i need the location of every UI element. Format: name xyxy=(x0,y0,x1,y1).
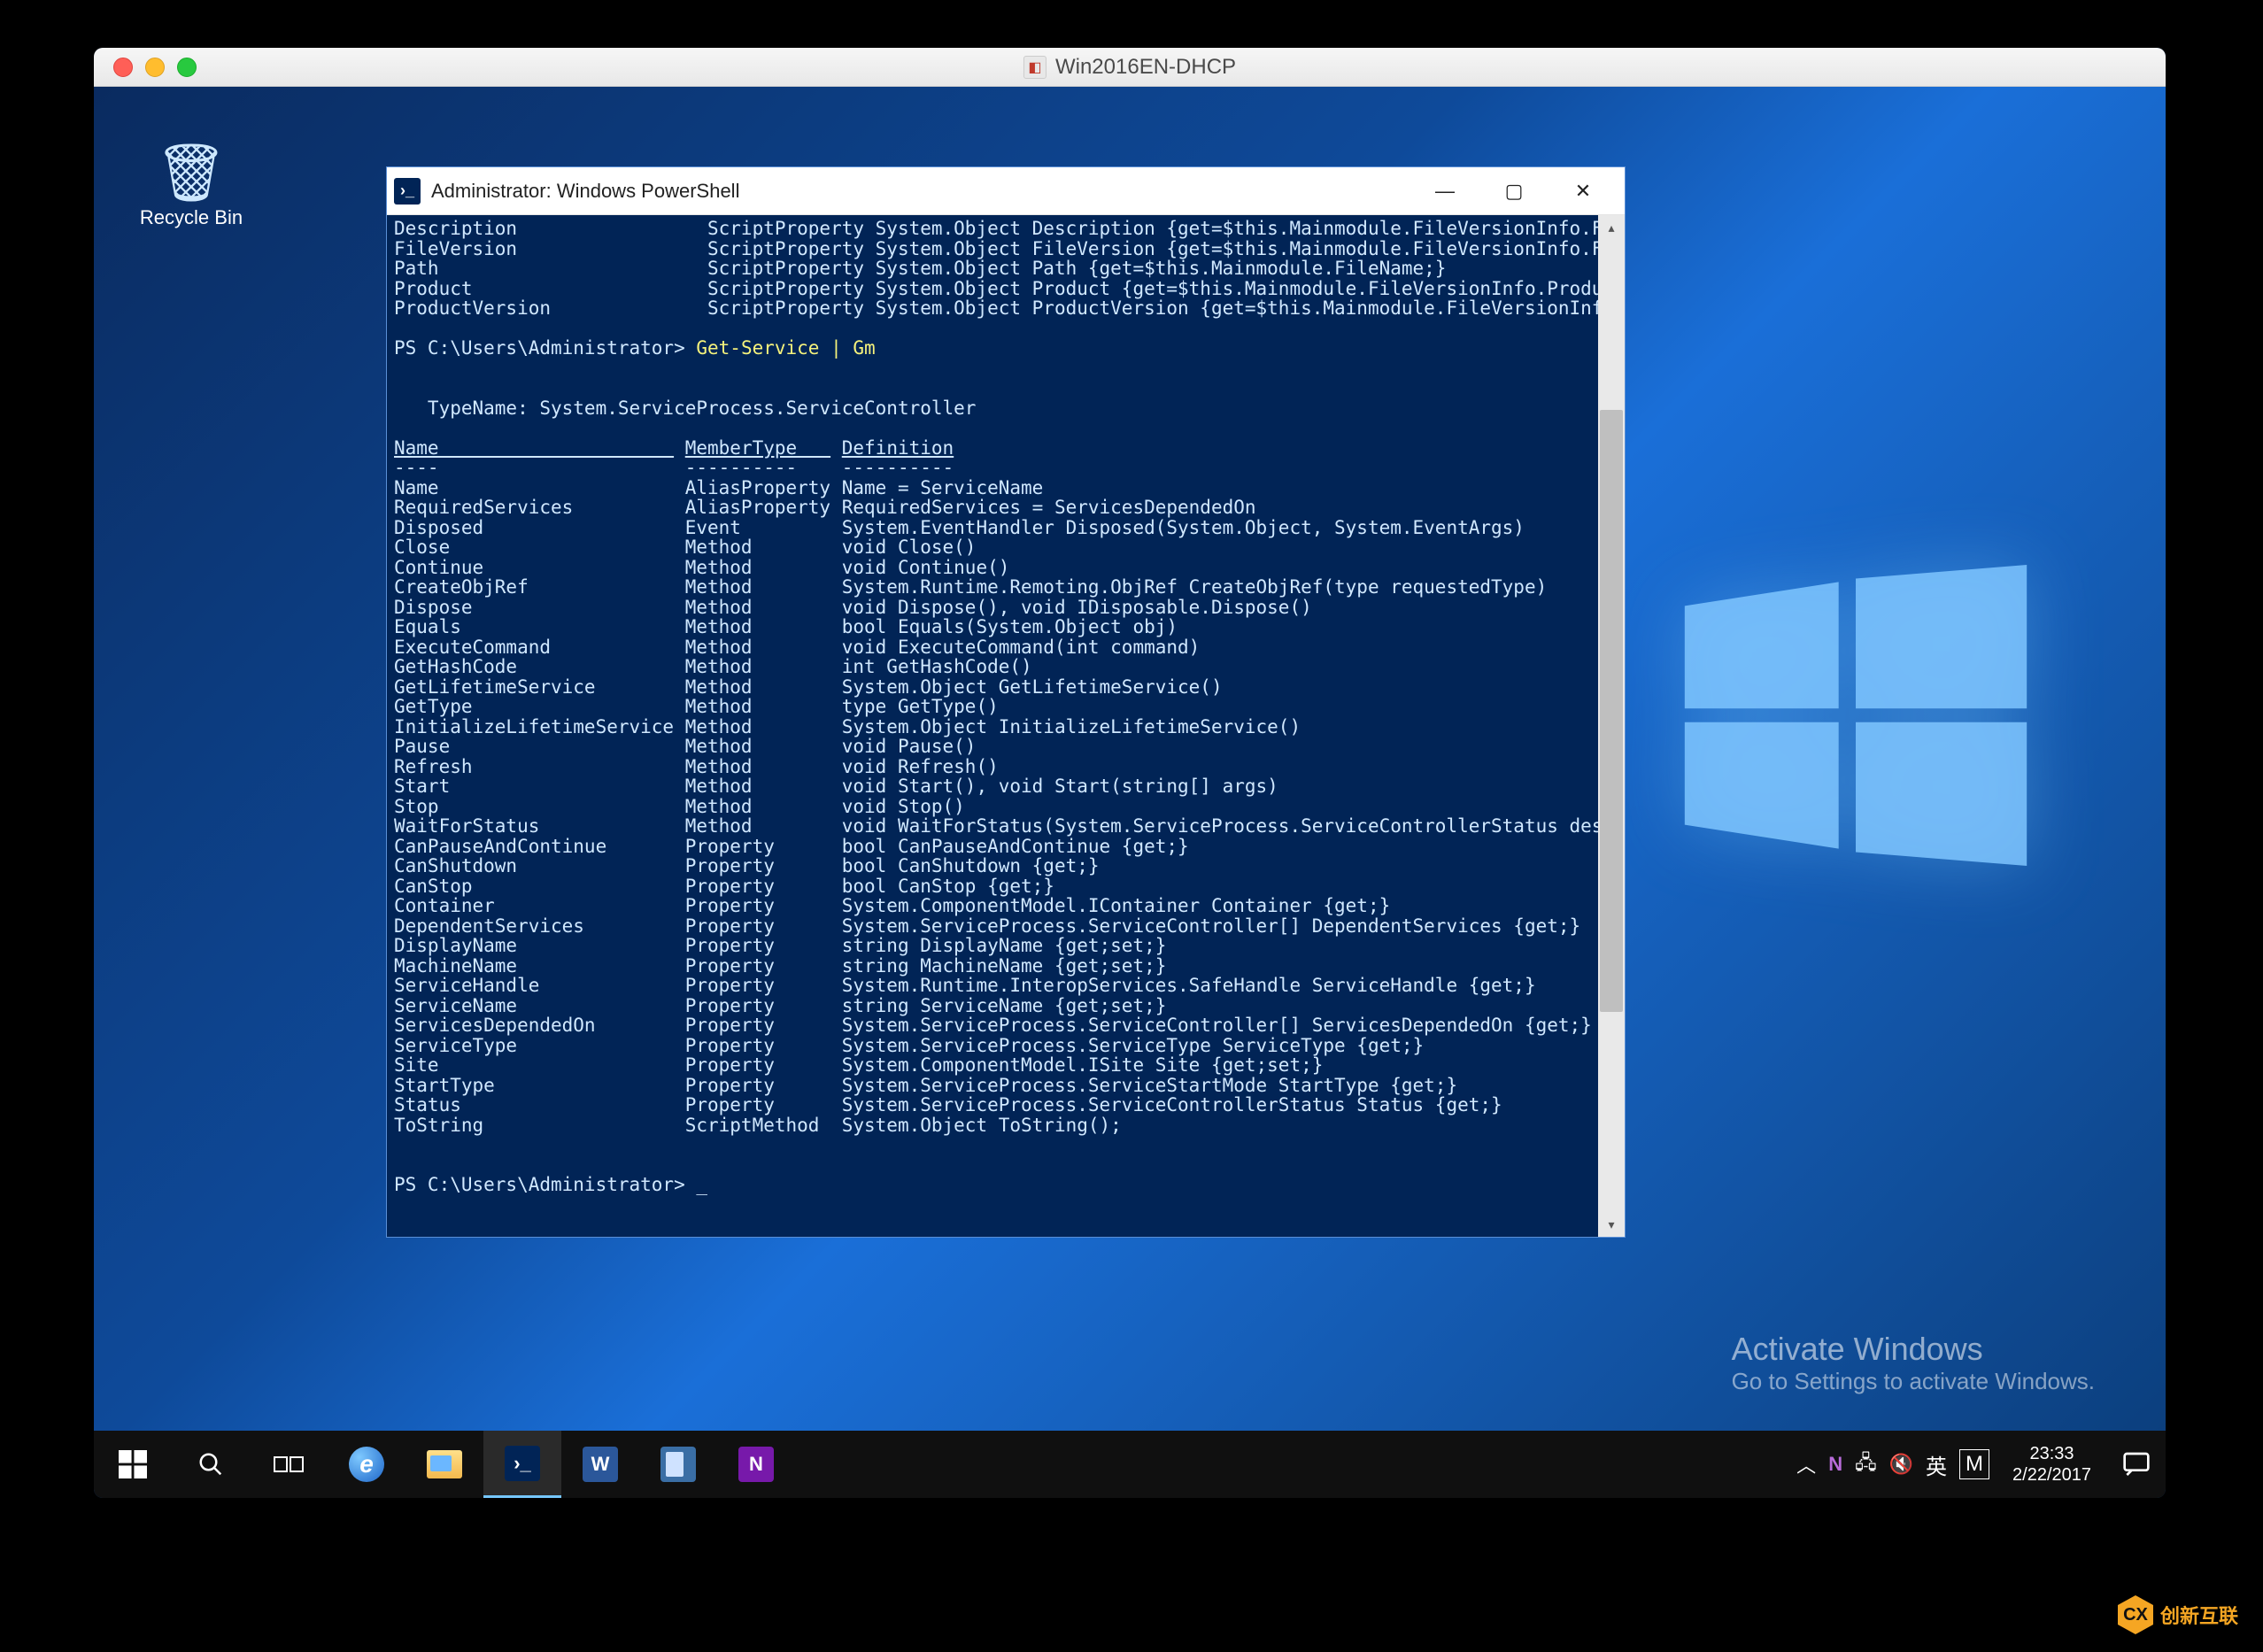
activate-subtitle: Go to Settings to activate Windows. xyxy=(1732,1368,2095,1395)
folder-icon xyxy=(427,1450,462,1478)
watermark-text: 创新互联 xyxy=(2160,1601,2238,1629)
recycle-bin-icon: 🗑 xyxy=(138,140,244,206)
windows-desktop[interactable]: 🗑 Recycle Bin Activate Windows Go to Set… xyxy=(94,87,2166,1431)
image-watermark: CX 创新互联 xyxy=(2118,1595,2238,1634)
scroll-down-button[interactable]: ▾ xyxy=(1598,1212,1625,1237)
tray-volume-icon[interactable]: 🔇 xyxy=(1889,1453,1913,1476)
taskbar-server-manager[interactable] xyxy=(639,1431,717,1498)
powershell-task-icon: ›_ xyxy=(505,1446,540,1481)
powershell-icon: ›_ xyxy=(394,178,421,205)
recycle-bin[interactable]: 🗑 Recycle Bin xyxy=(138,140,244,229)
scroll-up-button[interactable]: ▴ xyxy=(1598,215,1625,240)
server-manager-icon xyxy=(660,1447,696,1482)
tray-onenote-icon[interactable]: N xyxy=(1828,1453,1842,1476)
onenote-icon: N xyxy=(738,1447,774,1482)
mac-close-button[interactable] xyxy=(113,58,133,77)
taskbar-clock[interactable]: 23:33 2/22/2017 xyxy=(2002,1443,2102,1486)
taskbar-ie[interactable] xyxy=(328,1431,405,1498)
activate-title: Activate Windows xyxy=(1732,1331,2095,1368)
search-button[interactable] xyxy=(172,1431,250,1498)
tray-chevron-up-icon[interactable]: ︿ xyxy=(1796,1450,1816,1478)
action-center-button[interactable] xyxy=(2114,1431,2159,1498)
taskbar-explorer[interactable] xyxy=(405,1431,483,1498)
powershell-title: Administrator: Windows PowerShell xyxy=(431,180,739,203)
vm-window: ◧ Win2016EN-DHCP 🗑 Recycle Bin Activate … xyxy=(94,48,2166,1498)
powershell-terminal[interactable]: Description ScriptProperty System.Object… xyxy=(387,215,1598,1237)
mac-zoom-button[interactable] xyxy=(177,58,197,77)
vm-title: Win2016EN-DHCP xyxy=(1055,55,1236,80)
recycle-bin-label: Recycle Bin xyxy=(138,206,244,229)
taskbar-word[interactable]: W xyxy=(561,1431,639,1498)
window-maximize-button[interactable]: ▢ xyxy=(1479,167,1549,215)
task-view-button[interactable] xyxy=(250,1431,328,1498)
ime-language[interactable]: 英 xyxy=(1926,1449,1947,1480)
powershell-window[interactable]: ›_ Administrator: Windows PowerShell — ▢… xyxy=(386,166,1626,1238)
taskbar-powershell[interactable]: ›_ xyxy=(483,1431,561,1498)
scrollbar[interactable]: ▴ ▾ xyxy=(1598,215,1625,1237)
ie-icon xyxy=(349,1447,384,1482)
taskbar-onenote[interactable]: N xyxy=(717,1431,795,1498)
start-button[interactable] xyxy=(94,1431,172,1498)
window-close-button[interactable]: ✕ xyxy=(1549,167,1618,215)
tray-network-icon[interactable]: 🖧 xyxy=(1855,1447,1877,1481)
mac-minimize-button[interactable] xyxy=(145,58,165,77)
taskbar[interactable]: ›_ W N ︿ N 🖧 🔇 英 M 23:33 2/22/2017 xyxy=(94,1431,2166,1498)
window-minimize-button[interactable]: — xyxy=(1410,167,1479,215)
clock-date: 2/22/2017 xyxy=(2012,1464,2091,1486)
ime-keyboard[interactable]: M xyxy=(1959,1449,1989,1479)
word-icon: W xyxy=(583,1447,618,1482)
watermark-badge: CX xyxy=(2118,1595,2153,1634)
mac-titlebar[interactable]: ◧ Win2016EN-DHCP xyxy=(94,48,2166,87)
vm-app-icon: ◧ xyxy=(1023,56,1047,79)
activate-windows-watermark: Activate Windows Go to Settings to activ… xyxy=(1732,1331,2095,1395)
scroll-thumb[interactable] xyxy=(1600,410,1623,1012)
windows-logo xyxy=(1679,565,2033,866)
clock-time: 23:33 xyxy=(2012,1443,2091,1464)
powershell-titlebar[interactable]: ›_ Administrator: Windows PowerShell — ▢… xyxy=(387,167,1625,215)
